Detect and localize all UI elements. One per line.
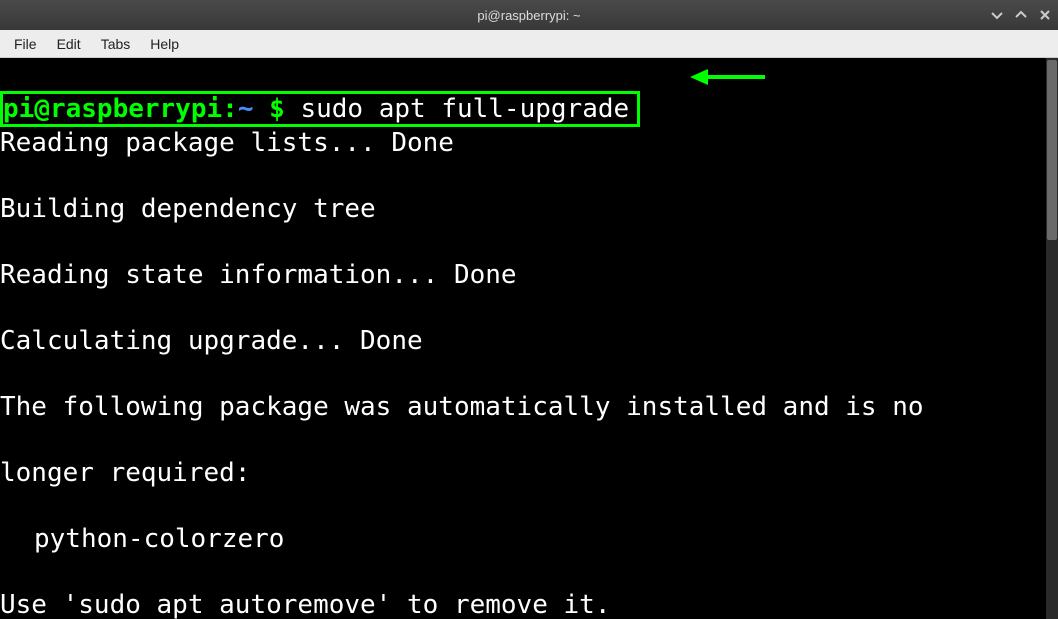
window-title: pi@raspberrypi: ~ (0, 8, 1058, 23)
minimize-button[interactable] (990, 8, 1004, 22)
output-line: python-colorzero (0, 523, 1058, 556)
prompt-separator: : (222, 94, 238, 124)
menu-help[interactable]: Help (142, 33, 187, 55)
close-button[interactable] (1038, 8, 1052, 22)
prompt-user-host: pi@raspberrypi (3, 94, 222, 124)
terminal-area[interactable]: pi@raspberrypi:~ $ sudo apt full-upgrade… (0, 58, 1058, 619)
scrollbar-thumb[interactable] (1047, 60, 1057, 240)
window-titlebar: pi@raspberrypi: ~ (0, 0, 1058, 30)
output-line: Reading package lists... Done (0, 127, 1058, 160)
terminal-content: pi@raspberrypi:~ $ sudo apt full-upgrade… (0, 58, 1058, 619)
menu-tabs[interactable]: Tabs (93, 33, 139, 55)
prompt-highlight-box: pi@raspberrypi:~ $ sudo apt full-upgrade (0, 91, 640, 127)
output-line: Calculating upgrade... Done (0, 325, 1058, 358)
window-controls (990, 0, 1052, 30)
output-line: Use 'sudo apt autoremove' to remove it. (0, 589, 1058, 619)
menu-edit[interactable]: Edit (49, 33, 89, 55)
terminal-scrollbar[interactable] (1046, 58, 1058, 619)
menu-file[interactable]: File (6, 33, 45, 55)
output-line: Reading state information... Done (0, 259, 1058, 292)
maximize-button[interactable] (1014, 8, 1028, 22)
prompt-dollar: $ (253, 94, 300, 124)
prompt-path: ~ (238, 94, 254, 124)
output-line: longer required: (0, 457, 1058, 490)
menu-bar: File Edit Tabs Help (0, 30, 1058, 58)
output-line: The following package was automatically … (0, 391, 1058, 424)
command-text: sudo apt full-upgrade (300, 94, 629, 124)
output-line: Building dependency tree (0, 193, 1058, 226)
